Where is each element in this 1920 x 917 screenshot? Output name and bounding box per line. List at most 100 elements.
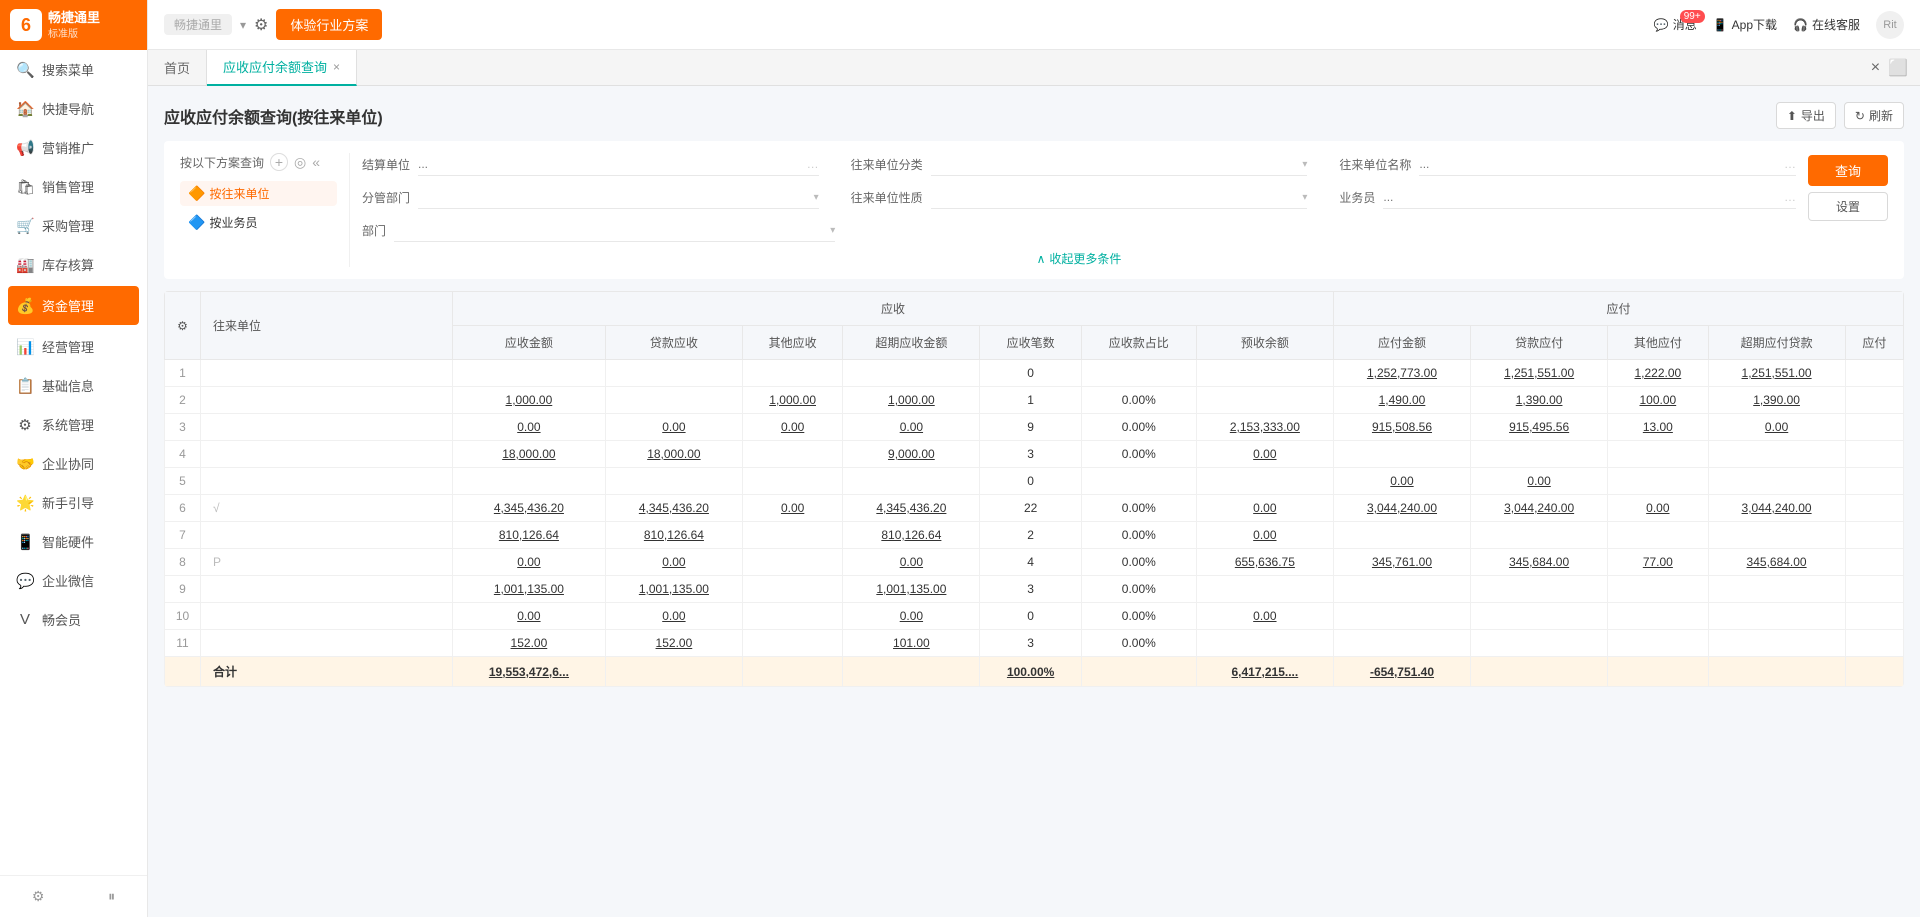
row-ar-other[interactable] xyxy=(742,522,842,549)
row-ar-other[interactable]: 0.00 xyxy=(742,414,842,441)
field-wanglai-fenlei-input[interactable] xyxy=(931,157,1303,171)
row-ap-other[interactable] xyxy=(1608,576,1708,603)
row-ap-other[interactable]: 0.00 xyxy=(1608,495,1708,522)
row-ar-overdue[interactable] xyxy=(843,468,980,495)
row-ar-amount[interactable]: 1,001,135.00 xyxy=(452,576,605,603)
settings-btn[interactable]: 设置 xyxy=(1808,192,1888,221)
row-ar-loan[interactable]: 0.00 xyxy=(605,603,742,630)
total-ar-amount[interactable]: 19,553,472,6... xyxy=(452,657,605,687)
row-ar-loan[interactable] xyxy=(605,468,742,495)
row-ar-advance[interactable] xyxy=(1196,576,1333,603)
sidebar-settings-btn[interactable]: ⚙ xyxy=(24,884,53,909)
collapse-more-btn[interactable]: ∧ 收起更多条件 xyxy=(362,250,1796,267)
row-ap-loan[interactable] xyxy=(1471,603,1608,630)
row-ar-amount[interactable]: 4,345,436.20 xyxy=(452,495,605,522)
row-ar-loan[interactable]: 810,126.64 xyxy=(605,522,742,549)
row-ar-overdue[interactable]: 1,001,135.00 xyxy=(843,576,980,603)
row-ap-amount[interactable]: 3,044,240.00 xyxy=(1333,495,1470,522)
row-ar-loan[interactable]: 4,345,436.20 xyxy=(605,495,742,522)
row-ar-advance[interactable] xyxy=(1196,387,1333,414)
row-ap-loan[interactable] xyxy=(1471,576,1608,603)
field-wanglai-mingcheng-input[interactable] xyxy=(1419,157,1784,171)
sidebar-item-marketing[interactable]: 📢 营销推广 xyxy=(0,128,147,167)
row-ar-other[interactable] xyxy=(742,468,842,495)
row-ar-other[interactable] xyxy=(742,603,842,630)
row-ap-other[interactable]: 100.00 xyxy=(1608,387,1708,414)
header-dropdown-arrow[interactable]: ▾ xyxy=(240,18,246,32)
tab-ar-query[interactable]: 应收应付余额查询 × xyxy=(207,50,357,86)
row-ap-amount[interactable] xyxy=(1333,522,1470,549)
window-maximize-btn[interactable]: ⬜ xyxy=(1888,58,1908,78)
row-ar-amount[interactable]: 0.00 xyxy=(452,603,605,630)
row-ap-loan[interactable]: 0.00 xyxy=(1471,468,1608,495)
row-ar-other[interactable] xyxy=(742,441,842,468)
row-ar-loan[interactable]: 152.00 xyxy=(605,630,742,657)
row-ar-overdue[interactable]: 1,000.00 xyxy=(843,387,980,414)
sidebar-item-quicknav[interactable]: 🏠 快捷导航 xyxy=(0,89,147,128)
app-download[interactable]: 📱 App下载 xyxy=(1713,16,1777,33)
row-ar-other[interactable] xyxy=(742,576,842,603)
sidebar-item-inventory[interactable]: 🏭 库存核算 xyxy=(0,245,147,284)
row-ap-other[interactable] xyxy=(1608,441,1708,468)
tab-home[interactable]: 首页 xyxy=(148,50,207,86)
row-ap-other[interactable] xyxy=(1608,603,1708,630)
filter-target-icon[interactable]: ◎ xyxy=(294,154,306,171)
row-ar-loan[interactable]: 1,001,135.00 xyxy=(605,576,742,603)
sidebar-item-purchase[interactable]: 🛒 采购管理 xyxy=(0,206,147,245)
query-btn[interactable]: 查询 xyxy=(1808,155,1888,186)
row-ap-other[interactable] xyxy=(1608,630,1708,657)
row-ap-overdue[interactable]: 1,251,551.00 xyxy=(1708,360,1845,387)
trial-btn[interactable]: 体验行业方案 xyxy=(276,9,382,40)
row-ap-other[interactable]: 13.00 xyxy=(1608,414,1708,441)
total-ap-advance[interactable]: 6,417,215.... xyxy=(1196,657,1333,687)
sidebar-item-collab[interactable]: 🤝 企业协同 xyxy=(0,444,147,483)
row-ar-other[interactable] xyxy=(742,630,842,657)
row-ar-overdue[interactable]: 0.00 xyxy=(843,414,980,441)
online-service[interactable]: 🎧 在线客服 xyxy=(1793,16,1860,33)
row-ap-overdue[interactable] xyxy=(1708,576,1845,603)
row-ap-amount[interactable]: 0.00 xyxy=(1333,468,1470,495)
header-gear-icon[interactable]: ⚙ xyxy=(254,15,268,35)
total-ap-amount[interactable]: -654,751.40 xyxy=(1333,657,1470,687)
row-ar-amount[interactable]: 152.00 xyxy=(452,630,605,657)
row-ar-advance[interactable]: 0.00 xyxy=(1196,522,1333,549)
sidebar-item-base[interactable]: 📋 基础信息 xyxy=(0,366,147,405)
row-ap-other[interactable]: 1,222.00 xyxy=(1608,360,1708,387)
th-settings[interactable]: ⚙ xyxy=(165,292,201,360)
row-ar-advance[interactable] xyxy=(1196,360,1333,387)
row-ap-amount[interactable]: 345,761.00 xyxy=(1333,549,1470,576)
row-ap-overdue[interactable] xyxy=(1708,630,1845,657)
row-ar-amount[interactable]: 0.00 xyxy=(452,549,605,576)
row-ap-loan[interactable] xyxy=(1471,522,1608,549)
row-ar-loan[interactable] xyxy=(605,387,742,414)
row-ap-overdue[interactable] xyxy=(1708,468,1845,495)
row-ap-loan[interactable]: 1,251,551.00 xyxy=(1471,360,1608,387)
field-fenguan-input[interactable] xyxy=(418,190,814,204)
row-ap-overdue[interactable] xyxy=(1708,441,1845,468)
row-ar-loan[interactable] xyxy=(605,360,742,387)
user-avatar[interactable]: Rit xyxy=(1876,11,1904,39)
row-ap-loan[interactable]: 345,684.00 xyxy=(1471,549,1608,576)
row-ar-advance[interactable] xyxy=(1196,468,1333,495)
row-ar-advance[interactable]: 0.00 xyxy=(1196,603,1333,630)
row-ar-overdue[interactable]: 101.00 xyxy=(843,630,980,657)
row-ap-overdue[interactable]: 1,390.00 xyxy=(1708,387,1845,414)
table-settings-icon[interactable]: ⚙ xyxy=(177,319,188,333)
field-bumen-input[interactable] xyxy=(394,223,830,237)
row-ap-amount[interactable] xyxy=(1333,603,1470,630)
sidebar-item-sales[interactable]: 🛍 销售管理 xyxy=(0,167,147,206)
row-ar-overdue[interactable]: 0.00 xyxy=(843,549,980,576)
sidebar-item-system[interactable]: ⚙ 系统管理 xyxy=(0,405,147,444)
row-ap-other[interactable]: 77.00 xyxy=(1608,549,1708,576)
row-ar-advance[interactable]: 0.00 xyxy=(1196,495,1333,522)
row-ar-overdue[interactable]: 9,000.00 xyxy=(843,441,980,468)
header-notice[interactable]: 💬 消息 99+ xyxy=(1654,16,1697,33)
row-ar-other[interactable] xyxy=(742,549,842,576)
row-ap-amount[interactable]: 1,252,773.00 xyxy=(1333,360,1470,387)
row-ar-other[interactable]: 0.00 xyxy=(742,495,842,522)
row-ar-amount[interactable]: 0.00 xyxy=(452,414,605,441)
row-ar-loan[interactable]: 18,000.00 xyxy=(605,441,742,468)
row-ap-loan[interactable] xyxy=(1471,630,1608,657)
row-ap-loan[interactable]: 3,044,240.00 xyxy=(1471,495,1608,522)
scheme-by-salesman[interactable]: 🔷 按业务员 xyxy=(180,210,337,235)
